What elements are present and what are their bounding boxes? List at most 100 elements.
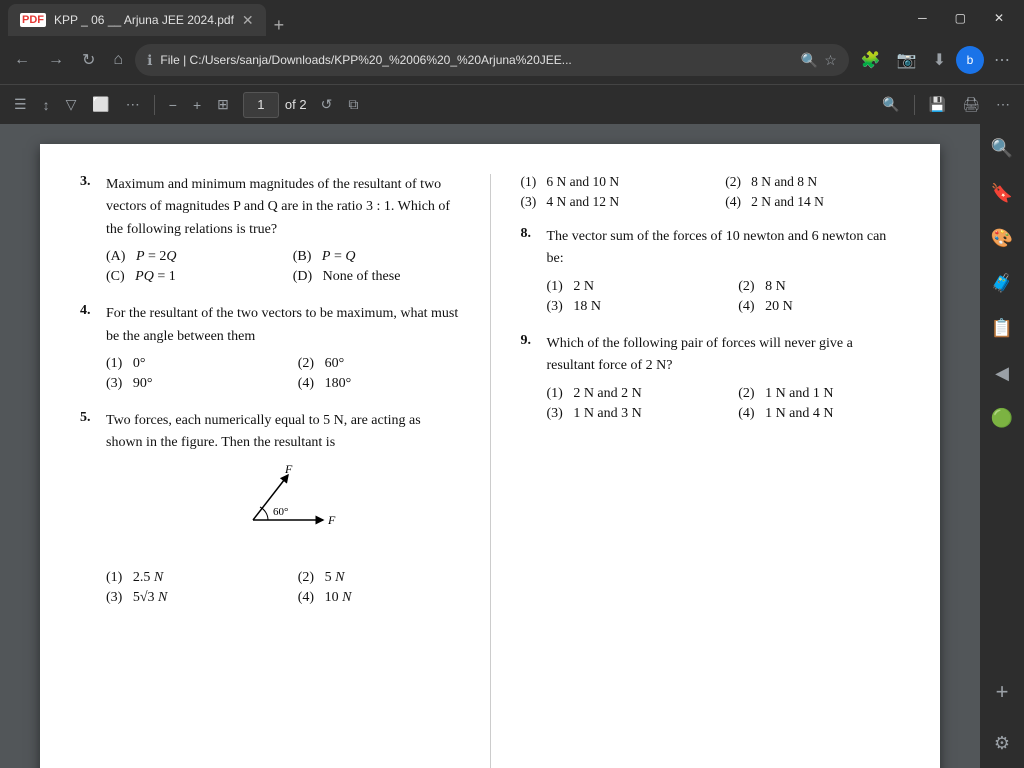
maximize-button[interactable]: ▢ xyxy=(943,7,978,29)
minimize-button[interactable]: ─ xyxy=(906,7,939,29)
q5-number: 5. xyxy=(80,410,98,606)
sidebar-navigation-icon[interactable]: ◀ xyxy=(989,357,1015,390)
nav-right-icons: 🧩 📷 ⬇ b ⋯ xyxy=(855,44,1016,76)
q4-number: 4. xyxy=(80,303,98,392)
q9-text: Which of the following pair of forces wi… xyxy=(547,336,853,373)
address-text: File | C:/Users/sanja/Downloads/KPP%20_%… xyxy=(160,53,792,67)
toolbar-right: 🔍 💾 🖨 ⋯ xyxy=(876,92,1016,117)
question-9: 9. Which of the following pair of forces… xyxy=(521,333,901,422)
save-button[interactable]: 💾 xyxy=(923,92,952,117)
q5-option-3: (3) 5√3 N xyxy=(106,590,268,606)
separator-2 xyxy=(914,95,915,115)
q5-option-1: (1) 2.5 N xyxy=(106,570,268,586)
sidebar-palette-icon[interactable]: 🎨 xyxy=(985,222,1019,255)
zoom-in-button[interactable]: + xyxy=(187,93,207,117)
main-area: 3. Maximum and minimum magnitudes of the… xyxy=(0,124,1024,768)
q4-option-1: (1) 0° xyxy=(106,356,268,372)
view-options-button[interactable]: ⬜ xyxy=(86,92,115,117)
top-partial-question: (1) 6 N and 10 N (2) 8 N and 8 N (3) 4 N… xyxy=(521,174,901,210)
q4-option-4: (4) 180° xyxy=(298,376,460,392)
q3-option-c: (C) PQ = 1 xyxy=(106,269,273,285)
question-5: 5. Two forces, each numerically equal to… xyxy=(80,410,460,606)
browser-tab[interactable]: PDF KPP _ 06 __ Arjuna JEE 2024.pdf ✕ xyxy=(8,4,266,36)
more-options-button[interactable]: ⋯ xyxy=(990,92,1016,117)
q3-options: (A) P = 2Q (B) P = Q (C) PQ = 1 (D) None… xyxy=(106,249,460,285)
search-address-icon[interactable]: 🔍 xyxy=(801,52,818,69)
nav-bar: ← → ↻ ⌂ ℹ File | C:/Users/sanja/Download… xyxy=(0,36,1024,84)
sidebar-search-icon[interactable]: 🔍 xyxy=(985,132,1019,165)
sidebar-download-icon[interactable]: 🧳 xyxy=(985,267,1019,300)
bookmark-icon[interactable]: ☆ xyxy=(824,52,837,69)
address-icons: 🔍 ☆ xyxy=(801,52,837,69)
filter-button[interactable]: ▽ xyxy=(60,92,83,117)
back-button[interactable]: ← xyxy=(8,45,36,75)
menu-button[interactable]: ⋯ xyxy=(988,44,1016,76)
question-3: 3. Maximum and minimum magnitudes of the… xyxy=(80,174,460,285)
q4-option-2: (2) 60° xyxy=(298,356,460,372)
q8-option-2: (2) 8 N xyxy=(738,279,900,295)
separator-1 xyxy=(154,95,155,115)
cursor-tool-button[interactable]: ↕ xyxy=(37,93,56,117)
top-opt-2: (2) 8 N and 8 N xyxy=(725,174,900,190)
q3-number: 3. xyxy=(80,174,98,285)
pdf-icon: PDF xyxy=(20,13,46,27)
force-diagram: F F 60° xyxy=(223,465,343,555)
new-tab-button[interactable]: + xyxy=(266,15,293,36)
profile-button[interactable]: b xyxy=(956,46,984,74)
pdf-viewer[interactable]: 3. Maximum and minimum magnitudes of the… xyxy=(0,124,980,768)
q5-text: Two forces, each numerically equal to 5 … xyxy=(106,413,421,450)
svg-text:60°: 60° xyxy=(273,506,288,518)
pdf-page: 3. Maximum and minimum magnitudes of the… xyxy=(40,144,940,768)
home-button[interactable]: ⌂ xyxy=(107,45,129,75)
tab-label: KPP _ 06 __ Arjuna JEE 2024.pdf xyxy=(54,13,234,27)
q9-option-3: (3) 1 N and 3 N xyxy=(547,406,709,422)
q3-option-d: (D) None of these xyxy=(293,269,460,285)
close-window-button[interactable]: ✕ xyxy=(982,7,1016,29)
info-icon: ℹ xyxy=(147,52,152,69)
sidebar-toggle-button[interactable]: ☰ xyxy=(8,92,33,117)
close-tab-button[interactable]: ✕ xyxy=(242,12,254,29)
more-tools-button[interactable]: ⋯ xyxy=(120,92,146,117)
downloads-button[interactable]: ⬇ xyxy=(927,44,952,76)
print-button[interactable]: 🖨 xyxy=(956,92,986,117)
q9-option-1: (1) 2 N and 2 N xyxy=(547,386,709,402)
svg-text:F: F xyxy=(284,465,293,476)
fit-page-button[interactable]: ⊞ xyxy=(211,92,235,117)
q8-text: The vector sum of the forces of 10 newto… xyxy=(547,229,887,266)
sidebar-profile-icon[interactable]: 🟢 xyxy=(985,402,1019,435)
rotate-button[interactable]: ↺ xyxy=(315,92,339,117)
svg-text:F: F xyxy=(327,513,336,527)
search-button[interactable]: 🔍 xyxy=(876,92,905,117)
q4-option-3: (3) 90° xyxy=(106,376,268,392)
q3-option-a: (A) P = 2Q xyxy=(106,249,273,265)
screenshot-button[interactable]: 📷 xyxy=(891,44,923,76)
sidebar-bookmark-icon[interactable]: 🔖 xyxy=(985,177,1019,210)
two-page-button[interactable]: ⧉ xyxy=(342,92,364,117)
left-column: 3. Maximum and minimum magnitudes of the… xyxy=(80,174,460,768)
address-bar[interactable]: ℹ File | C:/Users/sanja/Downloads/KPP%20… xyxy=(135,44,849,76)
zoom-out-button[interactable]: − xyxy=(163,93,183,117)
q3-text: Maximum and minimum magnitudes of the re… xyxy=(106,177,450,237)
right-sidebar: 🔍 🔖 🎨 🧳 📋 ◀ 🟢 + ⚙ xyxy=(980,124,1024,768)
column-divider xyxy=(490,174,491,768)
q3-option-b: (B) P = Q xyxy=(293,249,460,265)
sidebar-add-button[interactable]: + xyxy=(990,673,1015,711)
page-number-input[interactable] xyxy=(243,92,279,118)
question-4: 4. For the resultant of the two vectors … xyxy=(80,303,460,392)
extensions-button[interactable]: 🧩 xyxy=(855,44,887,76)
window-controls: ─ ▢ ✕ xyxy=(906,7,1016,29)
pdf-toolbar: ☰ ↕ ▽ ⬜ ⋯ − + ⊞ of 2 ↺ ⧉ 🔍 💾 🖨 ⋯ xyxy=(0,84,1024,124)
q9-number: 9. xyxy=(521,333,539,422)
top-opt-3: (3) 4 N and 12 N xyxy=(521,194,696,210)
right-column: (1) 6 N and 10 N (2) 8 N and 8 N (3) 4 N… xyxy=(521,174,901,768)
q9-option-4: (4) 1 N and 4 N xyxy=(738,406,900,422)
q8-option-3: (3) 18 N xyxy=(547,299,709,315)
sidebar-settings-icon[interactable]: ⚙ xyxy=(988,727,1016,760)
page-navigation: of 2 xyxy=(243,92,307,118)
sidebar-copy-icon[interactable]: 📋 xyxy=(985,312,1019,345)
tab-area: PDF KPP _ 06 __ Arjuna JEE 2024.pdf ✕ + xyxy=(8,0,902,36)
top-opt-1: (1) 6 N and 10 N xyxy=(521,174,696,190)
forward-button[interactable]: → xyxy=(42,45,70,75)
q8-option-1: (1) 2 N xyxy=(547,279,709,295)
refresh-button[interactable]: ↻ xyxy=(76,44,101,76)
